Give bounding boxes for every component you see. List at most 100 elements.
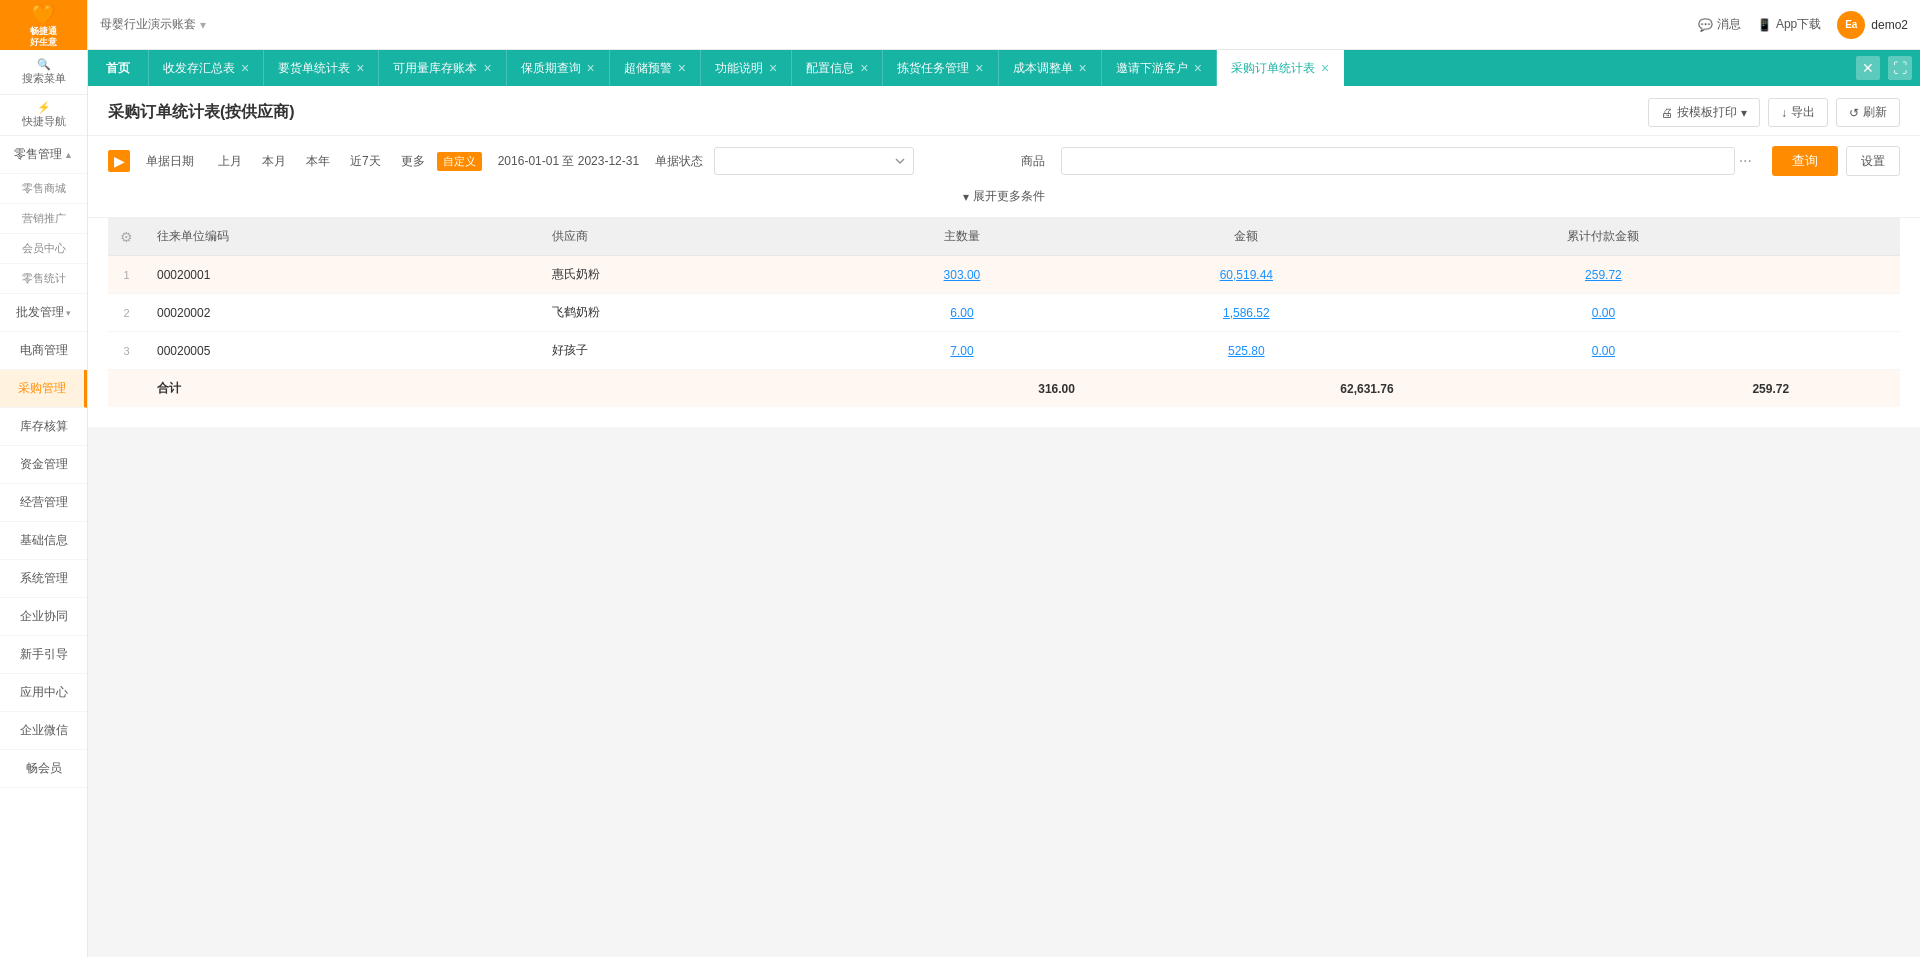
tab-purchase-summary-label: 采购订单统计表: [1231, 60, 1315, 77]
message-button[interactable]: 💬 消息: [1698, 16, 1741, 33]
sidebar-retail-label: 零售管理: [14, 146, 62, 163]
td-quantity-1: 303.00: [837, 256, 1087, 294]
app-download-button[interactable]: 📱 App下载: [1757, 16, 1821, 33]
filter-actions: 查询 设置: [1772, 146, 1900, 176]
close-tab-button[interactable]: ✕: [1856, 56, 1880, 80]
td-quantity-2: 6.00: [837, 294, 1087, 332]
td-supplier-2: 飞鹤奶粉: [540, 294, 837, 332]
goods-input[interactable]: [1061, 147, 1735, 175]
sidebar-item-purchase[interactable]: 采购管理: [0, 370, 87, 408]
app-download-label: App下载: [1776, 16, 1821, 33]
sidebar-item-basic-info[interactable]: 基础信息: [0, 522, 87, 560]
close-icon[interactable]: ×: [1321, 60, 1329, 76]
filter-area: ▶ 单据日期 上月 本月 本年 近7天 更多 自定义 2016-01-01 至 …: [88, 136, 1920, 218]
sidebar-logo: 🧡 畅捷通好生意: [0, 0, 87, 50]
content-area: 采购订单统计表(按供应商) 🖨 按模板打印 ▾ ↓ 导出 ↺ 刷新: [88, 86, 1920, 957]
date-option-this-year[interactable]: 本年: [298, 151, 338, 172]
sidebar-item-search[interactable]: 🔍 搜索菜单: [0, 50, 87, 95]
tab-picking-task[interactable]: 拣货任务管理 ×: [883, 50, 998, 86]
td-amount-1: 60,519.44: [1087, 256, 1406, 294]
close-icon[interactable]: ×: [241, 60, 249, 76]
close-icon[interactable]: ×: [975, 60, 983, 76]
tab-cost-adjust[interactable]: 成本调整单 ×: [999, 50, 1102, 86]
tab-home[interactable]: 首页: [88, 50, 149, 86]
sidebar-item-wechat[interactable]: 企业微信: [0, 712, 87, 750]
tab-receive-summary[interactable]: 收发存汇总表 ×: [149, 50, 264, 86]
sidebar-ecommerce-label: 电商管理: [20, 343, 68, 357]
date-option-7days[interactable]: 近7天: [342, 151, 389, 172]
query-button[interactable]: 查询: [1772, 146, 1838, 176]
column-settings-icon[interactable]: ⚙: [120, 229, 133, 245]
td-footer-paid: 259.72: [1406, 370, 1801, 408]
tab-function-desc[interactable]: 功能说明 ×: [701, 50, 792, 86]
tab-order-summary[interactable]: 要货单统计表 ×: [264, 50, 379, 86]
th-amount: 金额: [1087, 218, 1406, 256]
export-button[interactable]: ↓ 导出: [1768, 98, 1828, 127]
sidebar-item-quick-nav[interactable]: ⚡ 快捷导航: [0, 95, 87, 136]
close-icon[interactable]: ×: [769, 60, 777, 76]
sidebar-item-members[interactable]: 畅会员: [0, 750, 87, 788]
refresh-button[interactable]: ↺ 刷新: [1836, 98, 1900, 127]
footer-total-label: 合计: [157, 381, 181, 395]
td-paid-2: 0.00: [1406, 294, 1801, 332]
td-supplier-3: 好孩子: [540, 332, 837, 370]
close-icon[interactable]: ×: [483, 60, 491, 76]
date-option-last-month[interactable]: 上月: [210, 151, 250, 172]
sidebar-item-system[interactable]: 系统管理: [0, 560, 87, 598]
settings-button[interactable]: 设置: [1846, 146, 1900, 176]
breadcrumb-arrow-icon: ▾: [200, 18, 206, 32]
sidebar-item-app-center[interactable]: 应用中心: [0, 674, 87, 712]
maximize-button[interactable]: ⛶: [1888, 56, 1912, 80]
sidebar-wechat-label: 企业微信: [20, 723, 68, 737]
tab-receive-summary-label: 收发存汇总表: [163, 60, 235, 77]
sidebar-item-wholesale[interactable]: 批发管理 ▾: [0, 294, 87, 332]
sidebar: 🧡 畅捷通好生意 🔍 搜索菜单 ⚡ 快捷导航 零售管理 ▲ 零售商城 营销推广 …: [0, 0, 88, 957]
main-area: 母婴行业演示账套 ▾ 💬 消息 📱 App下载 Ea demo2 首页 收发存汇…: [88, 0, 1920, 957]
status-select[interactable]: [714, 147, 914, 175]
sidebar-purchase-label: 采购管理: [18, 381, 66, 395]
status-filter-label: 单据状态: [655, 154, 703, 168]
tab-overstock-warning[interactable]: 超储预警 ×: [610, 50, 701, 86]
phone-icon: 📱: [1757, 18, 1772, 32]
print-button[interactable]: 🖨 按模板打印 ▾: [1648, 98, 1760, 127]
close-icon[interactable]: ×: [1194, 60, 1202, 76]
sidebar-item-new-guide[interactable]: 新手引导: [0, 636, 87, 674]
chevron-down-icon: ▾: [66, 308, 71, 318]
sidebar-item-ecommerce[interactable]: 电商管理: [0, 332, 87, 370]
close-icon[interactable]: ×: [860, 60, 868, 76]
sidebar-item-finance[interactable]: 资金管理: [0, 446, 87, 484]
close-icon[interactable]: ×: [678, 60, 686, 76]
filter-expand-row: ▾ 展开更多条件: [108, 184, 1900, 207]
tab-overstock-warning-label: 超储预警: [624, 60, 672, 77]
sidebar-item-member[interactable]: 会员中心: [0, 234, 87, 264]
sidebar-item-retail-stats[interactable]: 零售统计: [0, 264, 87, 294]
tab-invite-customer[interactable]: 邀请下游客户 ×: [1102, 50, 1217, 86]
tab-warranty-query[interactable]: 保质期查询 ×: [507, 50, 610, 86]
tab-purchase-summary[interactable]: 采购订单统计表 ×: [1217, 50, 1344, 86]
more-options-icon[interactable]: ···: [1739, 152, 1752, 170]
expand-filter-button[interactable]: ▾ 展开更多条件: [963, 188, 1045, 205]
sidebar-item-inventory[interactable]: 库存核算: [0, 408, 87, 446]
tab-inventory-book[interactable]: 可用量库存账本 ×: [379, 50, 506, 86]
filter-toggle-button[interactable]: ▶: [108, 150, 130, 172]
sidebar-item-marketing[interactable]: 营销推广: [0, 204, 87, 234]
sidebar-item-retail-mall[interactable]: 零售商城: [0, 174, 87, 204]
sidebar-item-operations[interactable]: 经营管理: [0, 484, 87, 522]
tab-order-summary-label: 要货单统计表: [278, 60, 350, 77]
close-icon[interactable]: ×: [1079, 60, 1087, 76]
user-profile[interactable]: Ea demo2: [1837, 11, 1908, 39]
td-paid-3: 0.00: [1406, 332, 1801, 370]
close-icon[interactable]: ×: [356, 60, 364, 76]
chevron-down-icon: ▾: [963, 190, 969, 204]
date-custom-badge[interactable]: 自定义: [437, 152, 482, 171]
close-icon[interactable]: ×: [587, 60, 595, 76]
sidebar-item-enterprise[interactable]: 企业协同: [0, 598, 87, 636]
date-option-this-month[interactable]: 本月: [254, 151, 294, 172]
tab-config-info[interactable]: 配置信息 ×: [792, 50, 883, 86]
tab-home-label: 首页: [106, 60, 130, 77]
td-num-2: 2: [108, 294, 145, 332]
td-code-2: 00020002: [145, 294, 540, 332]
sidebar-item-retail[interactable]: 零售管理 ▲: [0, 136, 87, 174]
date-option-more[interactable]: 更多: [393, 151, 433, 172]
td-footer-empty-1: [108, 370, 145, 408]
